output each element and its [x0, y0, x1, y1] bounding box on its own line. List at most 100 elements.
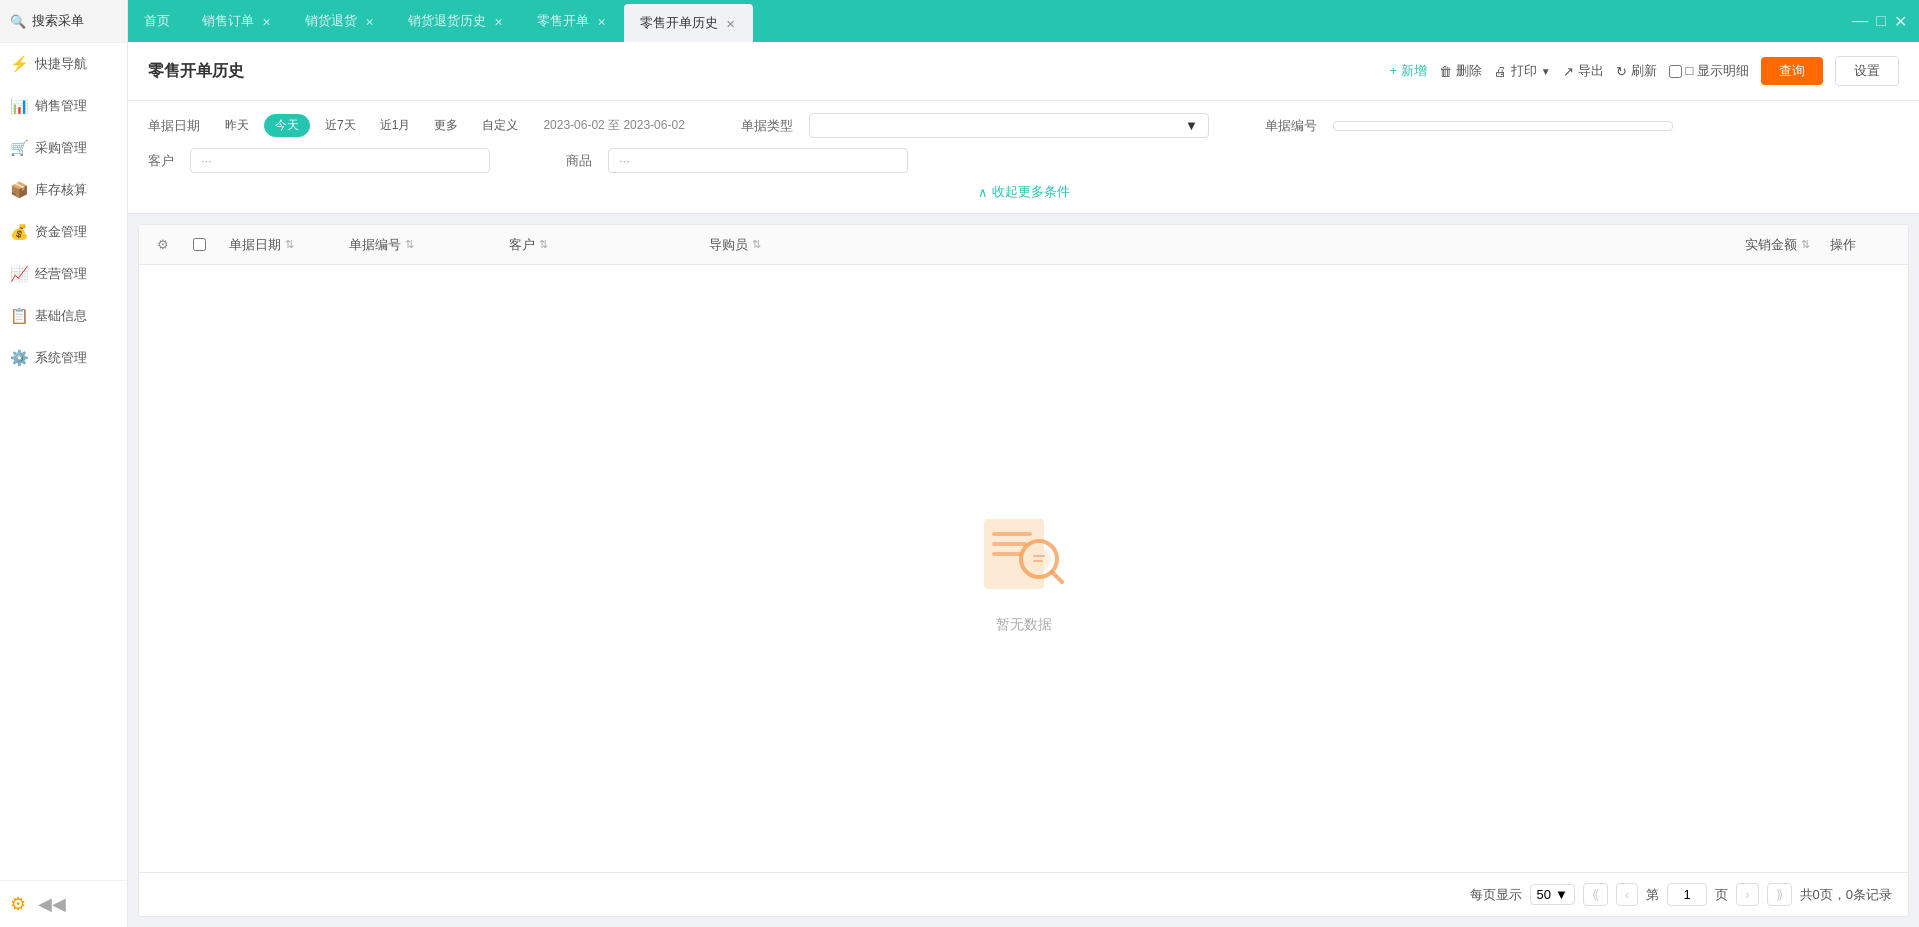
settings-bottom-icon[interactable]: ⚙: [10, 893, 26, 915]
tab-home-label: 首页: [144, 12, 170, 30]
th-number[interactable]: 单据编号 ⇅: [339, 236, 499, 254]
page-size-label: 每页显示: [1470, 886, 1522, 904]
main-area: 首页 销售订单 ✕ 销货退货 ✕ 销货退货历史 ✕ 零售开单 ✕ 零售开单历史 …: [128, 0, 1919, 927]
page-next-btn[interactable]: ›: [1736, 883, 1758, 906]
tab-sales-order-label: 销售订单: [202, 12, 254, 30]
th-action-label: 操作: [1830, 236, 1856, 254]
delete-label: 删除: [1456, 62, 1482, 80]
window-minimize-btn[interactable]: —: [1852, 12, 1868, 30]
sidebar-item-sales-mgmt[interactable]: 📊 销售管理: [0, 85, 127, 127]
customer-input[interactable]: ···: [190, 148, 490, 173]
th-setting[interactable]: ⚙: [147, 237, 183, 252]
number-input[interactable]: [1333, 121, 1673, 131]
delete-button[interactable]: 🗑 删除: [1439, 62, 1482, 80]
collapse-button[interactable]: ∧ 收起更多条件: [978, 183, 1070, 201]
tab-sales-return-history-label: 销货退货历史: [408, 12, 486, 30]
query-button[interactable]: 查询: [1761, 57, 1823, 85]
page-label-post: 页: [1715, 886, 1728, 904]
th-checkbox[interactable]: [183, 238, 219, 251]
sort-customer-icon: ⇅: [539, 238, 548, 251]
page-total-info: 共0页，0条记录: [1800, 886, 1892, 904]
sort-amount-icon: ⇅: [1801, 238, 1810, 251]
display-detail-label[interactable]: □ 显示明细: [1669, 62, 1749, 80]
refresh-button[interactable]: ↻ 刷新: [1616, 62, 1657, 80]
close-icon: ✕: [365, 16, 374, 28]
svg-rect-1: [992, 532, 1032, 536]
tab-retail-open-history[interactable]: 零售开单历史 ✕: [624, 4, 753, 42]
tab-sales-return-close[interactable]: ✕: [363, 15, 376, 28]
page-first-btn[interactable]: ⟪: [1583, 883, 1608, 906]
operations-icon: 📈: [10, 265, 29, 283]
svg-point-5: [1027, 547, 1051, 571]
th-number-label: 单据编号: [349, 236, 401, 254]
select-all-checkbox[interactable]: [193, 238, 206, 251]
tab-sales-return-history-close[interactable]: ✕: [492, 15, 505, 28]
date-options: 昨天 今天 近7天 近1月 更多 自定义: [216, 114, 527, 137]
page-title: 零售开单历史: [148, 61, 244, 96]
collapse-sidebar-icon[interactable]: ◀◀: [38, 893, 66, 915]
th-customer[interactable]: 客户 ⇅: [499, 236, 699, 254]
sidebar-search[interactable]: 🔍 搜索采单: [0, 0, 127, 43]
date-btn-7days[interactable]: 近7天: [316, 114, 365, 137]
page-last-btn[interactable]: ⟫: [1767, 883, 1792, 906]
sidebar-item-label: 快捷导航: [35, 55, 87, 73]
tab-retail-open-label: 零售开单: [537, 12, 589, 30]
date-range-text: 2023-06-02 至 2023-06-02: [543, 117, 684, 134]
empty-illustration: [964, 504, 1084, 604]
tab-retail-open-close[interactable]: ✕: [595, 15, 608, 28]
window-maximize-btn[interactable]: □: [1876, 12, 1886, 30]
tab-sales-return-history[interactable]: 销货退货历史 ✕: [392, 0, 521, 42]
table-area: ⚙ 单据日期 ⇅ 单据编号 ⇅ 客户 ⇅ 导购员 ⇅: [138, 224, 1909, 917]
basic-info-icon: 📋: [10, 307, 29, 325]
tab-home[interactable]: 首页: [128, 0, 186, 42]
sidebar-item-purchase-mgmt[interactable]: 🛒 采购管理: [0, 127, 127, 169]
type-filter-label: 单据类型: [741, 117, 793, 135]
export-button[interactable]: ↗ 导出: [1563, 62, 1604, 80]
customer-placeholder: ···: [201, 153, 212, 168]
collapse-up-icon: ∧: [978, 185, 988, 200]
filter-row-customer: 客户 ··· 商品 ···: [148, 148, 1899, 173]
filter-row-collapse: ∧ 收起更多条件: [148, 183, 1899, 201]
date-btn-yesterday[interactable]: 昨天: [216, 114, 258, 137]
date-btn-1month[interactable]: 近1月: [371, 114, 420, 137]
page-prev-btn[interactable]: ‹: [1616, 883, 1638, 906]
refresh-icon: ↻: [1616, 64, 1627, 79]
tab-sales-order[interactable]: 销售订单 ✕: [186, 0, 289, 42]
date-btn-more[interactable]: 更多: [425, 114, 467, 137]
sidebar-item-operations[interactable]: 📈 经营管理: [0, 253, 127, 295]
date-btn-today[interactable]: 今天: [264, 114, 310, 137]
sidebar-item-finance[interactable]: 💰 资金管理: [0, 211, 127, 253]
type-select[interactable]: ▼: [809, 113, 1209, 138]
sidebar: 🔍 搜索采单 ⚡ 快捷导航 📊 销售管理 🛒 采购管理 📦 库存核算 💰 资金管…: [0, 0, 128, 927]
tab-sales-return[interactable]: 销货退货 ✕: [289, 0, 392, 42]
sidebar-item-quick-nav[interactable]: ⚡ 快捷导航: [0, 43, 127, 85]
print-icon: 🖨: [1494, 64, 1507, 79]
tab-sales-order-close[interactable]: ✕: [260, 15, 273, 28]
sidebar-item-label: 系统管理: [35, 349, 87, 367]
tab-retail-open-history-close[interactable]: ✕: [724, 17, 737, 30]
export-label: 导出: [1578, 62, 1604, 80]
th-amount[interactable]: 实销金额 ⇅: [819, 236, 1820, 254]
filter-area: 单据日期 昨天 今天 近7天 近1月 更多 自定义 2023-06-02 至 2…: [128, 101, 1919, 214]
date-btn-custom[interactable]: 自定义: [473, 114, 527, 137]
product-input[interactable]: ···: [608, 148, 908, 173]
add-button[interactable]: + 新增: [1389, 62, 1426, 80]
print-button[interactable]: 🖨 打印 ▼: [1494, 62, 1551, 80]
sidebar-item-basic-info[interactable]: 📋 基础信息: [0, 295, 127, 337]
tab-retail-open[interactable]: 零售开单 ✕: [521, 0, 624, 42]
display-detail-checkbox[interactable]: [1669, 65, 1682, 78]
th-guide[interactable]: 导购员 ⇅: [699, 236, 819, 254]
sidebar-item-system-mgmt[interactable]: ⚙️ 系统管理: [0, 337, 127, 379]
system-mgmt-icon: ⚙️: [10, 349, 29, 367]
page-size-select[interactable]: 50 ▼: [1530, 884, 1575, 905]
svg-line-6: [1052, 572, 1062, 582]
th-date[interactable]: 单据日期 ⇅: [219, 236, 339, 254]
number-filter-label: 单据编号: [1265, 117, 1317, 135]
sidebar-item-inventory[interactable]: 📦 库存核算: [0, 169, 127, 211]
page-number-input[interactable]: [1667, 883, 1707, 906]
svg-rect-2: [992, 542, 1027, 546]
setting-button[interactable]: 设置: [1835, 56, 1899, 86]
page-label-pre: 第: [1646, 886, 1659, 904]
refresh-label: 刷新: [1631, 62, 1657, 80]
window-close-btn[interactable]: ✕: [1894, 12, 1907, 31]
